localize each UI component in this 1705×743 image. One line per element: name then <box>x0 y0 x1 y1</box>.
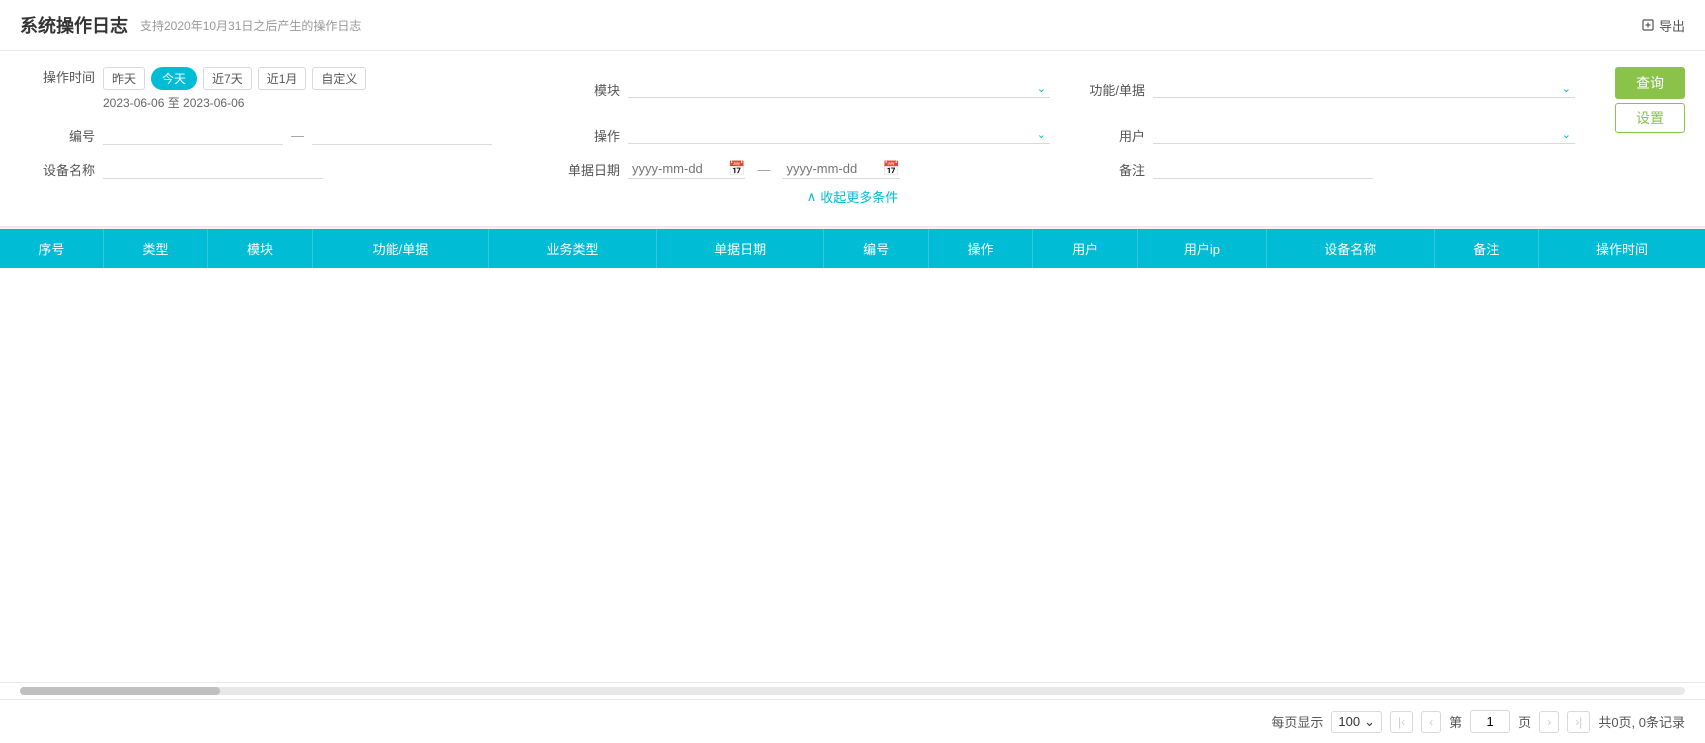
remark-filter: 备注 <box>1070 159 1595 179</box>
time-filter: 操作时间 昨天 今天 近7天 近1月 自定义 2023-06-06 至 2023… <box>20 67 545 111</box>
user-label: 用户 <box>1070 126 1145 145</box>
time-range: 2023-06-06 至 2023-06-06 <box>103 94 366 111</box>
collapse-button[interactable]: ∧ 收起更多条件 <box>807 187 899 206</box>
data-table: 序号 类型 模块 功能/单据 业务类型 单据日期 编号 操作 用户 用户ip 设… <box>0 229 1705 268</box>
time-btn-today[interactable]: 今天 <box>151 67 197 90</box>
pagination: 每页显示 100 ⌄ |‹ ‹ 第 页 › ›| 共0页, 0条记录 <box>0 699 1705 743</box>
date-start-input[interactable] <box>628 159 728 178</box>
voucher-date-filter: 单据日期 📅 — 📅 <box>545 159 1070 179</box>
col-user-ip: 用户ip <box>1137 229 1266 268</box>
user-select-text <box>1153 133 1562 137</box>
time-btn-custom[interactable]: 自定义 <box>312 67 366 90</box>
collapse-label: 收起更多条件 <box>820 187 898 206</box>
module-filter: 模块 ⌄ <box>545 67 1070 111</box>
user-filter: 用户 ⌄ <box>1070 125 1595 145</box>
operation-filter: 操作 ⌄ <box>545 125 1070 145</box>
col-op-time: 操作时间 <box>1539 229 1705 268</box>
calendar-end-icon[interactable]: 📅 <box>882 160 899 177</box>
per-page-select[interactable]: 100 ⌄ <box>1331 711 1382 733</box>
pagination-total: 共0页, 0条记录 <box>1598 712 1685 731</box>
table-header: 序号 类型 模块 功能/单据 业务类型 单据日期 编号 操作 用户 用户ip 设… <box>0 229 1705 268</box>
module-select[interactable]: ⌄ <box>628 80 1050 98</box>
function-filter: 功能/单据 ⌄ <box>1070 67 1595 111</box>
page-number-input[interactable] <box>1470 710 1510 733</box>
user-chevron-icon: ⌄ <box>1562 128 1571 141</box>
operation-chevron-icon: ⌄ <box>1037 128 1046 141</box>
function-label: 功能/单据 <box>1070 80 1145 99</box>
per-page-label: 每页显示 <box>1271 712 1323 731</box>
module-select-text <box>628 87 1037 91</box>
col-device: 设备名称 <box>1266 229 1434 268</box>
col-module: 模块 <box>208 229 312 268</box>
operation-label: 操作 <box>545 126 620 145</box>
code-start-input[interactable] <box>103 125 283 145</box>
time-btn-yesterday[interactable]: 昨天 <box>103 67 145 90</box>
col-biz-type: 业务类型 <box>489 229 657 268</box>
col-remark: 备注 <box>1434 229 1538 268</box>
col-user: 用户 <box>1033 229 1137 268</box>
operation-select-text <box>628 133 1037 137</box>
module-label: 模块 <box>545 80 620 99</box>
code-filter: 编号 — <box>20 125 545 145</box>
export-button[interactable]: 导出 <box>1641 16 1685 35</box>
export-icon <box>1641 18 1655 32</box>
table-wrapper: 序号 类型 模块 功能/单据 业务类型 单据日期 编号 操作 用户 用户ip 设… <box>0 229 1705 682</box>
remark-input[interactable] <box>1153 159 1373 179</box>
col-type: 类型 <box>103 229 207 268</box>
col-index: 序号 <box>0 229 103 268</box>
page-title: 系统操作日志 <box>20 12 128 38</box>
user-select[interactable]: ⌄ <box>1153 126 1575 144</box>
function-select-text <box>1153 87 1562 91</box>
function-chevron-icon: ⌄ <box>1562 82 1571 95</box>
page-subtitle: 支持2020年10月31日之后产生的操作日志 <box>140 17 361 34</box>
query-button[interactable]: 查询 <box>1615 67 1685 99</box>
action-buttons: 查询 设置 <box>1615 67 1685 133</box>
col-operation: 操作 <box>928 229 1032 268</box>
remark-label: 备注 <box>1070 160 1145 179</box>
page-label: 第 <box>1449 712 1462 731</box>
time-label: 操作时间 <box>20 67 95 86</box>
code-dash: — <box>291 128 304 143</box>
per-page-value: 100 <box>1338 714 1360 729</box>
voucher-date-label: 单据日期 <box>545 160 620 179</box>
code-end-input[interactable] <box>312 125 492 145</box>
collapse-bar: ∧ 收起更多条件 <box>20 179 1685 210</box>
next-page-button[interactable]: › <box>1539 711 1559 733</box>
col-function: 功能/单据 <box>312 229 488 268</box>
date-end-group: 📅 <box>782 159 899 179</box>
first-page-button[interactable]: |‹ <box>1390 711 1413 733</box>
time-buttons: 昨天 今天 近7天 近1月 自定义 <box>103 67 366 90</box>
filter-area: 操作时间 昨天 今天 近7天 近1月 自定义 2023-06-06 至 2023… <box>0 51 1705 227</box>
date-end-input[interactable] <box>782 159 882 178</box>
last-page-button[interactable]: ›| <box>1567 711 1590 733</box>
code-label: 编号 <box>20 126 95 145</box>
per-page-chevron-icon: ⌄ <box>1364 714 1375 730</box>
scrollbar-area <box>0 682 1705 699</box>
page-header: 系统操作日志 支持2020年10月31日之后产生的操作日志 导出 <box>0 0 1705 51</box>
calendar-start-icon[interactable]: 📅 <box>728 160 745 177</box>
chevron-up-icon: ∧ <box>807 189 817 205</box>
time-btn-7days[interactable]: 近7天 <box>203 67 252 90</box>
scrollbar-track <box>20 687 1685 695</box>
device-input[interactable] <box>103 159 323 179</box>
date-start-group: 📅 <box>628 159 745 179</box>
date-dash: — <box>757 162 770 177</box>
prev-page-button[interactable]: ‹ <box>1421 711 1441 733</box>
function-select[interactable]: ⌄ <box>1153 80 1575 98</box>
device-filter: 设备名称 <box>20 159 545 179</box>
col-voucher-date: 单据日期 <box>656 229 824 268</box>
col-code: 编号 <box>824 229 928 268</box>
operation-select[interactable]: ⌄ <box>628 126 1050 144</box>
scrollbar-thumb[interactable] <box>20 687 220 695</box>
module-chevron-icon: ⌄ <box>1037 82 1046 95</box>
page-unit: 页 <box>1518 712 1531 731</box>
device-label: 设备名称 <box>20 160 95 179</box>
time-btn-1month[interactable]: 近1月 <box>258 67 307 90</box>
settings-button[interactable]: 设置 <box>1615 103 1685 133</box>
export-label: 导出 <box>1659 16 1685 35</box>
